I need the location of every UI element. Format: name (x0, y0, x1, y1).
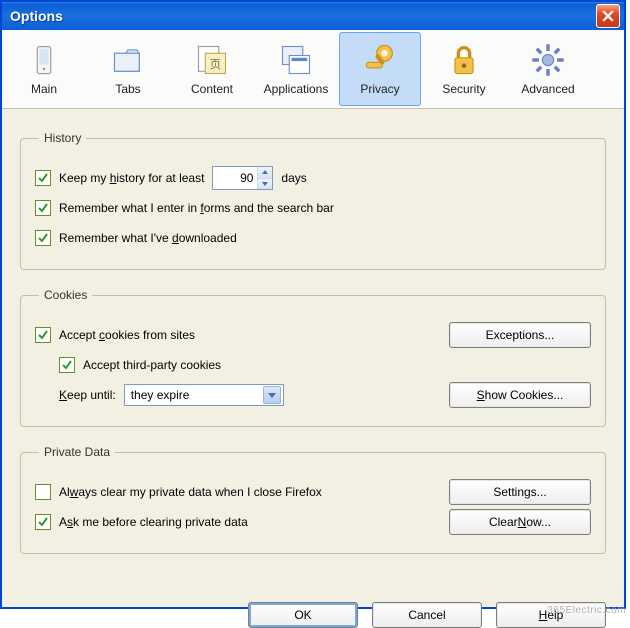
ok-button[interactable]: OK (248, 602, 358, 628)
dialog-buttons: OK Cancel Help (2, 582, 624, 628)
settings-button[interactable]: Settings... (449, 479, 591, 505)
accept-third-party-row: Accept third-party cookies (35, 352, 591, 378)
applications-icon (278, 42, 314, 78)
tab-label: Privacy (360, 82, 399, 96)
window-title: Options (10, 8, 63, 24)
main-icon (26, 42, 62, 78)
panel-content: History Keep my history for at least day… (2, 109, 624, 582)
tab-label: Security (442, 82, 485, 96)
checkmark-icon (61, 359, 73, 371)
content-icon: 页 (194, 42, 230, 78)
accept-cookies-checkbox[interactable] (35, 327, 51, 343)
spinner-up[interactable] (258, 167, 272, 178)
tab-security[interactable]: Security (423, 32, 505, 106)
keep-until-label: Keep until: (59, 388, 116, 402)
cookies-legend: Cookies (39, 288, 92, 302)
chevron-down-icon (268, 393, 276, 398)
titlebar: Options (2, 2, 624, 30)
show-cookies-button[interactable]: Show Cookies... (449, 382, 591, 408)
remember-forms-row: Remember what I enter in forms and the s… (35, 195, 591, 221)
remember-forms-label: Remember what I enter in forms and the s… (59, 201, 334, 215)
tab-content[interactable]: 页 Content (171, 32, 253, 106)
always-clear-checkbox[interactable] (35, 484, 51, 500)
tab-privacy[interactable]: Privacy (339, 32, 421, 106)
remember-downloads-checkbox[interactable] (35, 230, 51, 246)
checkmark-icon (37, 172, 49, 184)
options-window: Options Main Tabs 页 Content (0, 0, 626, 609)
tab-tabs[interactable]: Tabs (87, 32, 169, 106)
checkmark-icon (37, 516, 49, 528)
tab-label: Advanced (521, 82, 574, 96)
tab-main[interactable]: Main (3, 32, 85, 106)
close-icon (602, 10, 614, 22)
remember-forms-checkbox[interactable] (35, 200, 51, 216)
tab-advanced[interactable]: Advanced (507, 32, 589, 106)
always-clear-row: Always clear my private data when I clos… (35, 479, 591, 505)
privacy-icon (362, 42, 398, 78)
days-label: days (281, 171, 306, 185)
accept-third-party-label: Accept third-party cookies (83, 358, 221, 372)
security-icon (446, 42, 482, 78)
accept-third-party-checkbox[interactable] (59, 357, 75, 373)
tab-applications[interactable]: Applications (255, 32, 337, 106)
spinner-down[interactable] (258, 178, 272, 190)
history-keep-row: Keep my history for at least days (35, 165, 591, 191)
history-days-input[interactable] (213, 167, 257, 189)
keep-until-value: they expire (131, 388, 190, 402)
svg-text:页: 页 (210, 59, 221, 71)
close-button[interactable] (596, 4, 620, 28)
tabs-icon (110, 42, 146, 78)
tab-label: Tabs (115, 82, 140, 96)
tab-label: Main (31, 82, 57, 96)
category-toolbar: Main Tabs 页 Content Applications Privacy (2, 30, 624, 109)
checkmark-icon (37, 232, 49, 244)
accept-cookies-row: Accept cookies from sites Exceptions... (35, 322, 591, 348)
history-legend: History (39, 131, 86, 145)
keep-until-row: Keep until: they expire Show Cookies... (35, 382, 591, 408)
tab-label: Applications (264, 82, 329, 96)
clear-now-button[interactable]: Clear Now... (449, 509, 591, 535)
accept-cookies-label: Accept cookies from sites (59, 328, 195, 342)
ask-before-clear-label: Ask me before clearing private data (59, 515, 248, 529)
advanced-icon (530, 42, 566, 78)
always-clear-label: Always clear my private data when I clos… (59, 485, 322, 499)
ask-before-clear-row: Ask me before clearing private data Clea… (35, 509, 591, 535)
checkmark-icon (37, 329, 49, 341)
tab-label: Content (191, 82, 233, 96)
history-group: History Keep my history for at least day… (20, 131, 606, 270)
remember-downloads-label: Remember what I've downloaded (59, 231, 237, 245)
watermark: 365Electric.com (547, 605, 626, 616)
checkmark-icon (37, 202, 49, 214)
cookies-group: Cookies Accept cookies from sites Except… (20, 288, 606, 427)
dropdown-button[interactable] (263, 386, 281, 404)
ask-before-clear-checkbox[interactable] (35, 514, 51, 530)
private-data-legend: Private Data (39, 445, 115, 459)
private-data-group: Private Data Always clear my private dat… (20, 445, 606, 554)
keep-until-dropdown[interactable]: they expire (124, 384, 284, 406)
cancel-button[interactable]: Cancel (372, 602, 482, 628)
exceptions-button[interactable]: Exceptions... (449, 322, 591, 348)
history-days-spinner[interactable] (212, 166, 273, 190)
remember-downloads-row: Remember what I've downloaded (35, 225, 591, 251)
keep-history-checkbox[interactable] (35, 170, 51, 186)
keep-history-label: Keep my history for at least (59, 171, 204, 185)
